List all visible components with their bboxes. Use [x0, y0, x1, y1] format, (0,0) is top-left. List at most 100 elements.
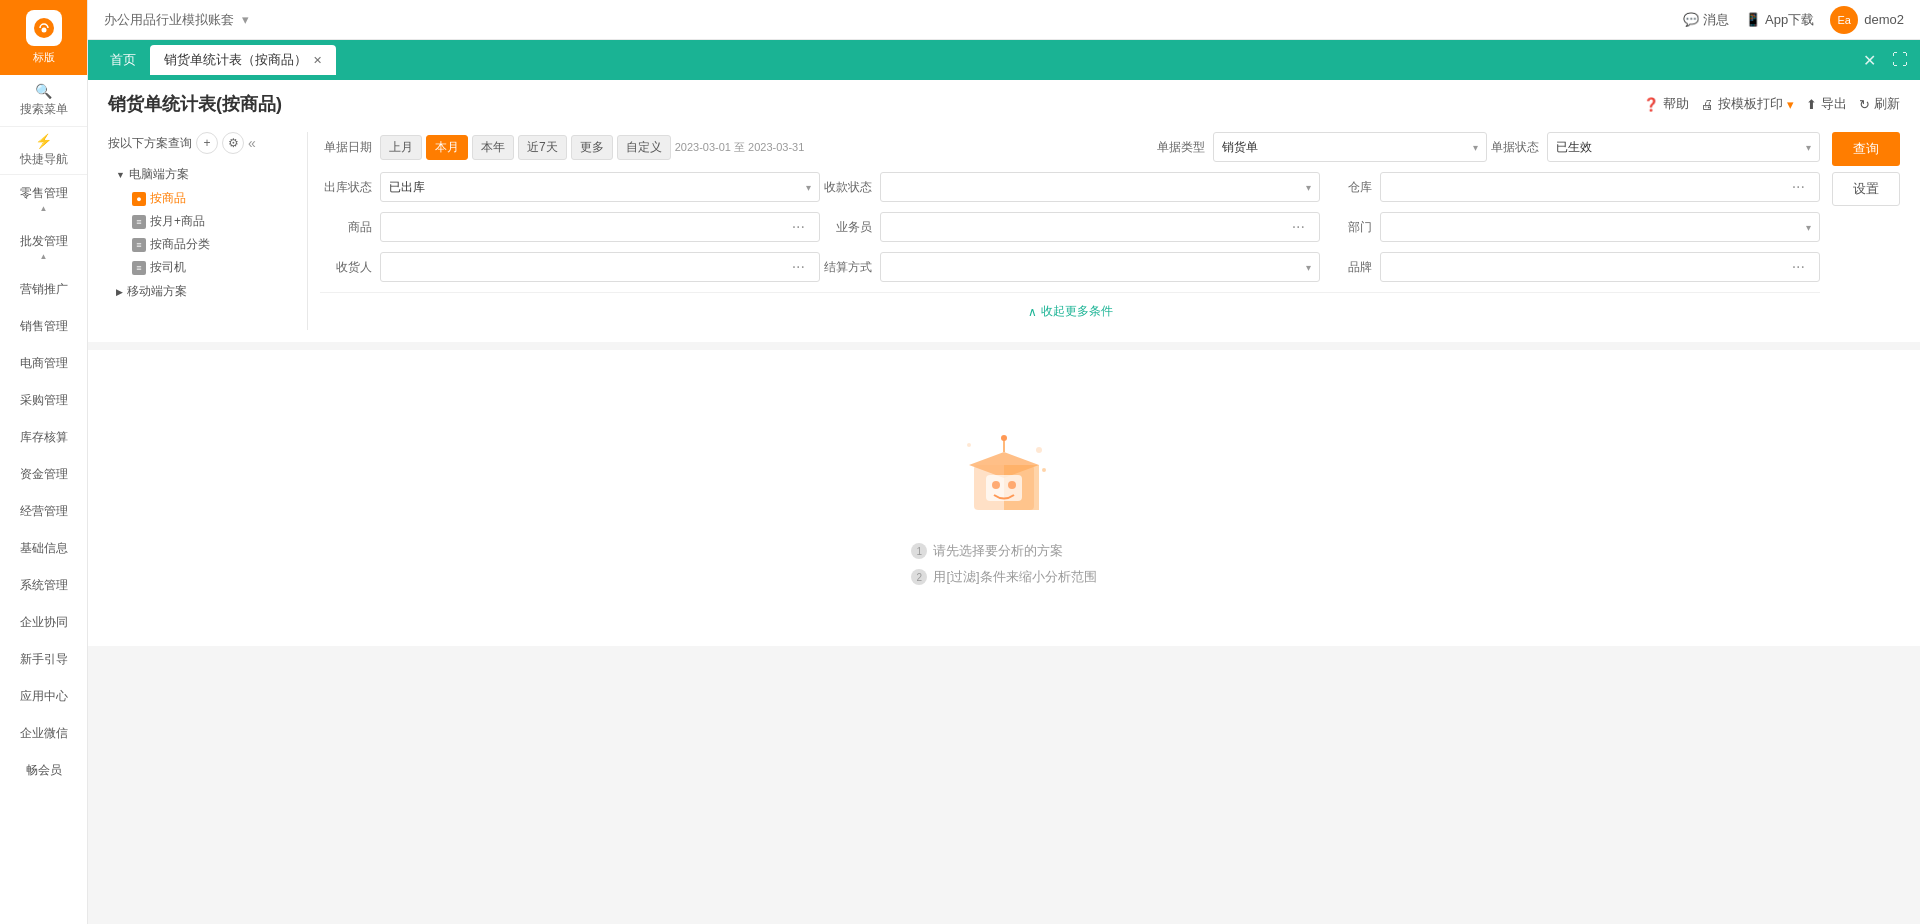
- tree-item-by-month-goods[interactable]: ≡ 按月+商品: [124, 210, 295, 233]
- sidebar-item-purchase-label: 采购管理: [20, 392, 68, 409]
- filter-row-1: 单据日期 上月 本月 本年 近7天 更多 自定义 2023-03-01 至 20…: [320, 132, 1820, 162]
- date-btn-this-year[interactable]: 本年: [472, 135, 514, 160]
- date-btn-custom[interactable]: 自定义: [617, 135, 671, 160]
- refresh-link[interactable]: ↻ 刷新: [1859, 95, 1900, 113]
- tree-item-by-driver[interactable]: ≡ 按司机: [124, 256, 295, 279]
- date-btn-last-month[interactable]: 上月: [380, 135, 422, 160]
- receiver-ellipsis[interactable]: ···: [786, 258, 811, 276]
- close-all-tabs-button[interactable]: ✕: [1859, 47, 1880, 74]
- sidebar-item-appcenter[interactable]: 应用中心: [0, 678, 87, 715]
- tab-bar: 首页 销货单统计表（按商品） ✕ ✕ ⛶: [88, 40, 1920, 80]
- expand-tab-button[interactable]: ⛶: [1888, 47, 1912, 73]
- field-out-status: 出库状态 已出库 ▾: [320, 172, 820, 202]
- field-payment-status: 收款状态 ▾: [820, 172, 1320, 202]
- sidebar-item-retail[interactable]: 零售管理 ▲: [0, 175, 87, 223]
- doc-status-label: 单据状态: [1487, 139, 1547, 156]
- brand-ellipsis[interactable]: ···: [1786, 258, 1811, 276]
- sidebar-item-wholesale[interactable]: 批发管理 ▲: [0, 223, 87, 271]
- warehouse-select[interactable]: ···: [1380, 172, 1820, 202]
- app-download-button[interactable]: 📱 App下载: [1745, 11, 1814, 29]
- print-icon: 🖨: [1701, 97, 1714, 112]
- goods-ellipsis[interactable]: ···: [786, 218, 811, 236]
- filter-row-2: 出库状态 已出库 ▾ 收款状态 ▾: [320, 172, 1820, 202]
- sidebar-item-sales-label: 销售管理: [20, 318, 68, 335]
- settings-button[interactable]: 设置: [1832, 172, 1900, 206]
- empty-illustration: [944, 410, 1064, 530]
- svg-point-6: [1008, 481, 1016, 489]
- message-button[interactable]: 💬 消息: [1683, 11, 1729, 29]
- add-scheme-button[interactable]: +: [196, 132, 218, 154]
- message-icon: 💬: [1683, 12, 1699, 27]
- goods-select[interactable]: ···: [380, 212, 820, 242]
- salesperson-select[interactable]: ···: [880, 212, 1320, 242]
- tip-text-1: 请先选择要分析的方案: [933, 542, 1063, 560]
- out-status-chevron-icon: ▾: [806, 182, 811, 193]
- collapse-scheme-button[interactable]: «: [248, 135, 256, 151]
- date-label: 单据日期: [320, 139, 380, 156]
- sidebar-item-marketing[interactable]: 营销推广: [0, 271, 87, 308]
- sidebar-item-ecommerce[interactable]: 电商管理: [0, 345, 87, 382]
- tree-children-pc: ● 按商品 ≡ 按月+商品 ≡ 按商品分类: [108, 187, 295, 279]
- field-doc-type: 单据类型 销货单 ▾: [1153, 132, 1486, 162]
- out-status-select[interactable]: 已出库 ▾: [380, 172, 820, 202]
- date-btn-more[interactable]: 更多: [571, 135, 613, 160]
- filter-row-3: 商品 ··· 业务员 ···: [320, 212, 1820, 242]
- logo-icon: [26, 10, 62, 46]
- content-area: 1 请先选择要分析的方案 2 用[过滤]条件来缩小分析范围: [88, 350, 1920, 646]
- help-link[interactable]: ❓ 帮助: [1643, 95, 1689, 113]
- export-link[interactable]: ⬆ 导出: [1806, 95, 1847, 113]
- wholesale-arrow-icon: ▲: [40, 252, 48, 261]
- print-link[interactable]: 🖨 按模板打印 ▾: [1701, 95, 1794, 113]
- sidebar-item-guide[interactable]: 新手引导: [0, 641, 87, 678]
- collapse-filter-button[interactable]: ∧ 收起更多条件: [1028, 297, 1113, 326]
- refresh-label: 刷新: [1874, 95, 1900, 113]
- payment-method-select[interactable]: ▾: [880, 252, 1320, 282]
- retail-arrow-icon: ▲: [40, 204, 48, 213]
- top-header: 办公用品行业模拟账套 ▾ 💬 消息 📱 App下载 Ea demo2: [88, 0, 1920, 40]
- svg-point-1: [41, 28, 46, 33]
- sidebar-item-purchase[interactable]: 采购管理: [0, 382, 87, 419]
- scheme-tree: ▼ 电脑端方案 ● 按商品 ≡ 按月+商品: [108, 162, 295, 304]
- warehouse-ellipsis[interactable]: ···: [1786, 178, 1811, 196]
- field-goods: 商品 ···: [320, 212, 820, 242]
- main-content: 办公用品行业模拟账套 ▾ 💬 消息 📱 App下载 Ea demo2 首页: [88, 0, 1920, 924]
- query-button[interactable]: 查询: [1832, 132, 1900, 166]
- date-btn-7days[interactable]: 近7天: [518, 135, 567, 160]
- tree-group-mobile[interactable]: ▶ 移动端方案: [108, 279, 295, 304]
- sidebar-item-member[interactable]: 畅会员: [0, 752, 87, 789]
- field-doc-status: 单据状态 已生效 ▾: [1487, 132, 1820, 162]
- svg-point-9: [1036, 447, 1042, 453]
- dept-label: 部门: [1320, 219, 1380, 236]
- doc-status-select[interactable]: 已生效 ▾: [1547, 132, 1820, 162]
- tree-item-by-goods[interactable]: ● 按商品: [124, 187, 295, 210]
- sidebar-item-operations-label: 经营管理: [20, 503, 68, 520]
- sidebar-item-operations[interactable]: 经营管理: [0, 493, 87, 530]
- sidebar-item-basics[interactable]: 基础信息: [0, 530, 87, 567]
- search-menu[interactable]: 🔍 搜索菜单: [0, 75, 87, 127]
- payment-status-select[interactable]: ▾: [880, 172, 1320, 202]
- sidebar-item-finance-label: 资金管理: [20, 466, 68, 483]
- sidebar-item-inventory[interactable]: 库存核算: [0, 419, 87, 456]
- brand-select[interactable]: ···: [1380, 252, 1820, 282]
- tree-group-pc[interactable]: ▼ 电脑端方案: [108, 162, 295, 187]
- help-icon: ❓: [1643, 97, 1659, 112]
- date-btn-this-month[interactable]: 本月: [426, 135, 468, 160]
- tab-home[interactable]: 首页: [96, 45, 150, 75]
- sidebar-item-corpwechat[interactable]: 企业微信: [0, 715, 87, 752]
- sidebar-item-finance[interactable]: 资金管理: [0, 456, 87, 493]
- sidebar-item-sales[interactable]: 销售管理: [0, 308, 87, 345]
- edit-scheme-button[interactable]: ⚙: [222, 132, 244, 154]
- help-label: 帮助: [1663, 95, 1689, 113]
- salesperson-ellipsis[interactable]: ···: [1286, 218, 1311, 236]
- tab-sales-stats[interactable]: 销货单统计表（按商品） ✕: [150, 45, 336, 75]
- sidebar-item-enterprise[interactable]: 企业协同: [0, 604, 87, 641]
- scheme-header: 按以下方案查询 + ⚙ «: [108, 132, 295, 154]
- receiver-select[interactable]: ···: [380, 252, 820, 282]
- doc-type-select[interactable]: 销货单 ▾: [1213, 132, 1486, 162]
- quick-nav[interactable]: ⚡ 快捷导航: [0, 127, 87, 175]
- sidebar-item-system[interactable]: 系统管理: [0, 567, 87, 604]
- user-menu-button[interactable]: Ea demo2: [1830, 6, 1904, 34]
- dept-select[interactable]: ▾: [1380, 212, 1820, 242]
- tree-item-by-category[interactable]: ≡ 按商品分类: [124, 233, 295, 256]
- tab-close-icon[interactable]: ✕: [313, 54, 322, 67]
